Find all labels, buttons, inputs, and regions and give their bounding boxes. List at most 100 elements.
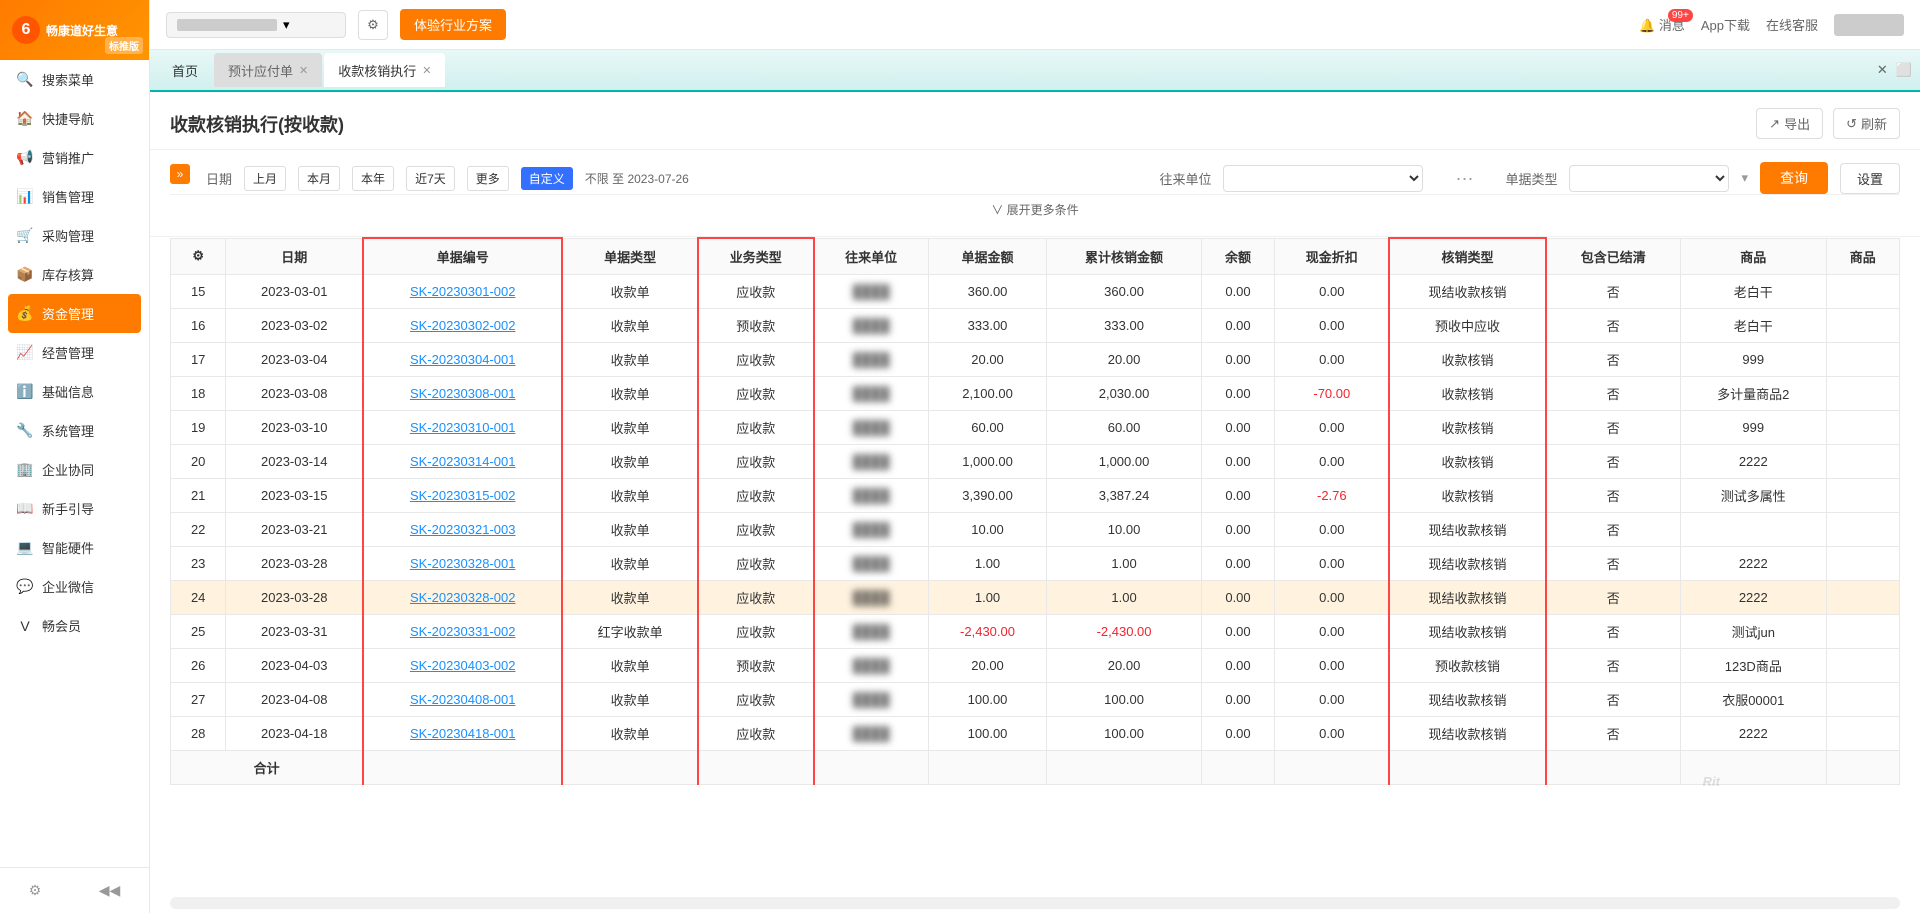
tab-receipt-exec[interactable]: 收款核销执行 ✕ [324, 53, 445, 87]
sidebar-item-guide[interactable]: 📖 新手引导 [0, 489, 149, 528]
query-button[interactable]: 查询 [1760, 162, 1828, 194]
doc-no-link[interactable]: SK-20230328-001 [410, 556, 516, 571]
table-row: 252023-03-31SK-20230331-002红字收款单应收款████-… [171, 615, 1900, 649]
row-no: 16 [171, 309, 226, 343]
page-content: 收款核销执行(按收款) ↗ 导出 ↺ 刷新 » 日期 上月 [150, 92, 1920, 913]
sidebar-item-smart[interactable]: 💻 智能硬件 [0, 528, 149, 567]
horizontal-scrollbar[interactable] [170, 897, 1900, 909]
refresh-icon: ↺ [1846, 116, 1857, 132]
table-row: 182023-03-08SK-20230308-001收款单应收款████2,1… [171, 377, 1900, 411]
sidebar-item-operations[interactable]: 📈 经营管理 [0, 333, 149, 372]
tab-prepay-close[interactable]: ✕ [299, 64, 308, 77]
tab-prepay[interactable]: 预计应付单 ✕ [214, 53, 322, 87]
row-balance: 0.00 [1201, 445, 1274, 479]
doc-no-link[interactable]: SK-20230314-001 [410, 454, 516, 469]
row-docno[interactable]: SK-20230408-001 [363, 683, 562, 717]
tab-receipt-exec-close[interactable]: ✕ [422, 64, 431, 77]
row-partner: ████ [814, 445, 929, 479]
inventory-icon: 📦 [16, 266, 34, 283]
col-settings-icon[interactable]: ⚙ [171, 238, 226, 275]
row-docno[interactable]: SK-20230314-001 [363, 445, 562, 479]
sidebar-item-search[interactable]: 🔍 搜索菜单 [0, 60, 149, 99]
doc-no-link[interactable]: SK-20230418-001 [410, 726, 516, 741]
doc-no-link[interactable]: SK-20230315-002 [410, 488, 516, 503]
col-docno-header: 单据编号 [363, 238, 562, 275]
partner-select[interactable] [1223, 165, 1423, 192]
app-download-link[interactable]: App下载 [1701, 15, 1750, 34]
doc-no-link[interactable]: SK-20230403-002 [410, 658, 516, 673]
doc-no-link[interactable]: SK-20230301-002 [410, 284, 516, 299]
doc-no-link[interactable]: SK-20230308-001 [410, 386, 516, 401]
row-docno[interactable]: SK-20230418-001 [363, 717, 562, 751]
sidebar-item-quick-nav[interactable]: 🏠 快捷导航 [0, 99, 149, 138]
row-settled: 否 [1546, 275, 1681, 309]
this-year-btn[interactable]: 本年 [352, 166, 394, 191]
row-no: 20 [171, 445, 226, 479]
expand-more-conditions[interactable]: ∨ 展开更多条件 [170, 194, 1900, 224]
doc-no-link[interactable]: SK-20230331-002 [410, 624, 516, 639]
sidebar-settings-btn[interactable]: ⚙ [23, 876, 48, 905]
row-docno[interactable]: SK-20230321-003 [363, 513, 562, 547]
row-amount: 1,000.00 [928, 445, 1047, 479]
row-product1: 999 [1681, 411, 1827, 445]
last-month-btn[interactable]: 上月 [244, 166, 286, 191]
doc-no-link[interactable]: SK-20230328-002 [410, 590, 516, 605]
main-area: ▾ ⚙ 体验行业方案 🔔 消息 99+ App下载 在线客服 首页 预计应付单 … [150, 0, 1920, 913]
close-window-icon[interactable]: ✕ [1877, 62, 1888, 78]
row-docno[interactable]: SK-20230302-002 [363, 309, 562, 343]
tab-home[interactable]: 首页 [158, 53, 212, 87]
settings-gear-button[interactable]: ⚙ [358, 10, 388, 40]
row-no: 27 [171, 683, 226, 717]
sidebar-item-system[interactable]: 🔧 系统管理 [0, 411, 149, 450]
notification-button[interactable]: 🔔 消息 99+ [1639, 15, 1685, 34]
row-docno[interactable]: SK-20230403-002 [363, 649, 562, 683]
workspace-name [177, 19, 277, 31]
row-veriftype: 现结收款核销 [1389, 717, 1545, 751]
sidebar-item-basics[interactable]: ℹ️ 基础信息 [0, 372, 149, 411]
row-docno[interactable]: SK-20230304-001 [363, 343, 562, 377]
row-balance: 0.00 [1201, 343, 1274, 377]
row-docno[interactable]: SK-20230315-002 [363, 479, 562, 513]
online-support-link[interactable]: 在线客服 [1766, 15, 1818, 34]
row-docno[interactable]: SK-20230301-002 [363, 275, 562, 309]
sidebar-item-member[interactable]: V 畅会员 [0, 606, 149, 645]
sidebar-collapse-btn[interactable]: ◀◀ [93, 876, 127, 905]
sidebar-item-finance[interactable]: 💰 资金管理 [8, 294, 141, 333]
doc-no-link[interactable]: SK-20230302-002 [410, 318, 516, 333]
row-balance: 0.00 [1201, 717, 1274, 751]
doc-no-link[interactable]: SK-20230310-001 [410, 420, 516, 435]
doc-no-link[interactable]: SK-20230321-003 [410, 522, 516, 537]
home-icon: 🏠 [16, 110, 34, 127]
this-month-btn[interactable]: 本月 [298, 166, 340, 191]
workspace-selector[interactable]: ▾ [166, 12, 346, 38]
sidebar-item-enterprise[interactable]: 🏢 企业协同 [0, 450, 149, 489]
row-docno[interactable]: SK-20230310-001 [363, 411, 562, 445]
sidebar-item-sales[interactable]: 📊 销售管理 [0, 177, 149, 216]
operations-icon: 📈 [16, 344, 34, 361]
row-date: 2023-04-03 [226, 649, 363, 683]
doc-no-link[interactable]: SK-20230304-001 [410, 352, 516, 367]
more-date-btn[interactable]: 更多 [467, 166, 509, 191]
row-settled: 否 [1546, 581, 1681, 615]
row-docno[interactable]: SK-20230308-001 [363, 377, 562, 411]
export-button[interactable]: ↗ 导出 [1756, 108, 1823, 139]
row-docno[interactable]: SK-20230328-002 [363, 581, 562, 615]
industry-solution-button[interactable]: 体验行业方案 [400, 9, 506, 40]
doc-type-select[interactable] [1569, 165, 1729, 192]
row-docno[interactable]: SK-20230331-002 [363, 615, 562, 649]
doc-no-link[interactable]: SK-20230408-001 [410, 692, 516, 707]
sidebar-item-purchase[interactable]: 🛒 采购管理 [0, 216, 149, 255]
maximize-window-icon[interactable]: ⬜ [1896, 62, 1912, 78]
refresh-button[interactable]: ↺ 刷新 [1833, 108, 1900, 139]
row-verified: 2,030.00 [1047, 377, 1202, 411]
sidebar-item-marketing[interactable]: 📢 营销推广 [0, 138, 149, 177]
last-7days-btn[interactable]: 近7天 [406, 166, 455, 191]
sidebar-item-wechat[interactable]: 💬 企业微信 [0, 567, 149, 606]
custom-date-btn[interactable]: 自定义 [521, 167, 573, 190]
filter-settings-button[interactable]: 设置 [1840, 163, 1900, 194]
row-docno[interactable]: SK-20230328-001 [363, 547, 562, 581]
sidebar-item-inventory[interactable]: 📦 库存核算 [0, 255, 149, 294]
row-doctype: 红字收款单 [562, 615, 698, 649]
filter-toggle-button[interactable]: » [170, 164, 190, 184]
row-discount: 0.00 [1275, 445, 1390, 479]
